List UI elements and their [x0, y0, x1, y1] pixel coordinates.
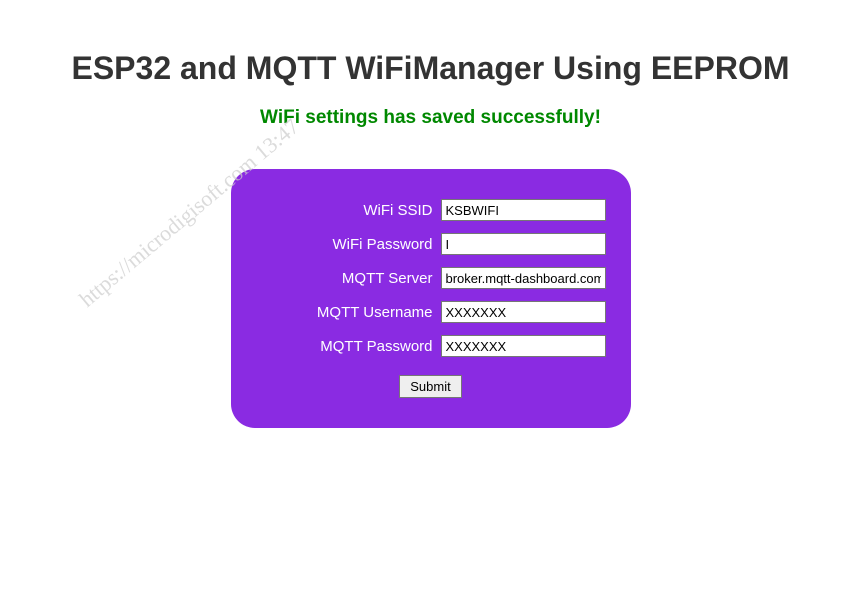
mqtt-username-label: MQTT Username [317, 304, 441, 321]
mqtt-server-row: MQTT Server [256, 267, 606, 289]
mqtt-username-row: MQTT Username [256, 301, 606, 323]
submit-button[interactable]: Submit [399, 375, 461, 398]
wifi-password-input[interactable] [441, 233, 606, 255]
page-title: ESP32 and MQTT WiFiManager Using EEPROM [0, 50, 861, 87]
mqtt-server-label: MQTT Server [342, 270, 441, 287]
settings-form-panel: WiFi SSID WiFi Password MQTT Server MQTT… [231, 169, 631, 428]
wifi-password-label: WiFi Password [332, 236, 440, 253]
mqtt-password-input[interactable] [441, 335, 606, 357]
mqtt-username-input[interactable] [441, 301, 606, 323]
mqtt-password-label: MQTT Password [320, 338, 440, 355]
wifi-ssid-row: WiFi SSID [256, 199, 606, 221]
status-message: WiFi settings has saved successfully! [0, 107, 861, 129]
wifi-password-row: WiFi Password [256, 233, 606, 255]
wifi-ssid-input[interactable] [441, 199, 606, 221]
wifi-ssid-label: WiFi SSID [363, 202, 440, 219]
mqtt-server-input[interactable] [441, 267, 606, 289]
submit-row: Submit [256, 375, 606, 398]
mqtt-password-row: MQTT Password [256, 335, 606, 357]
